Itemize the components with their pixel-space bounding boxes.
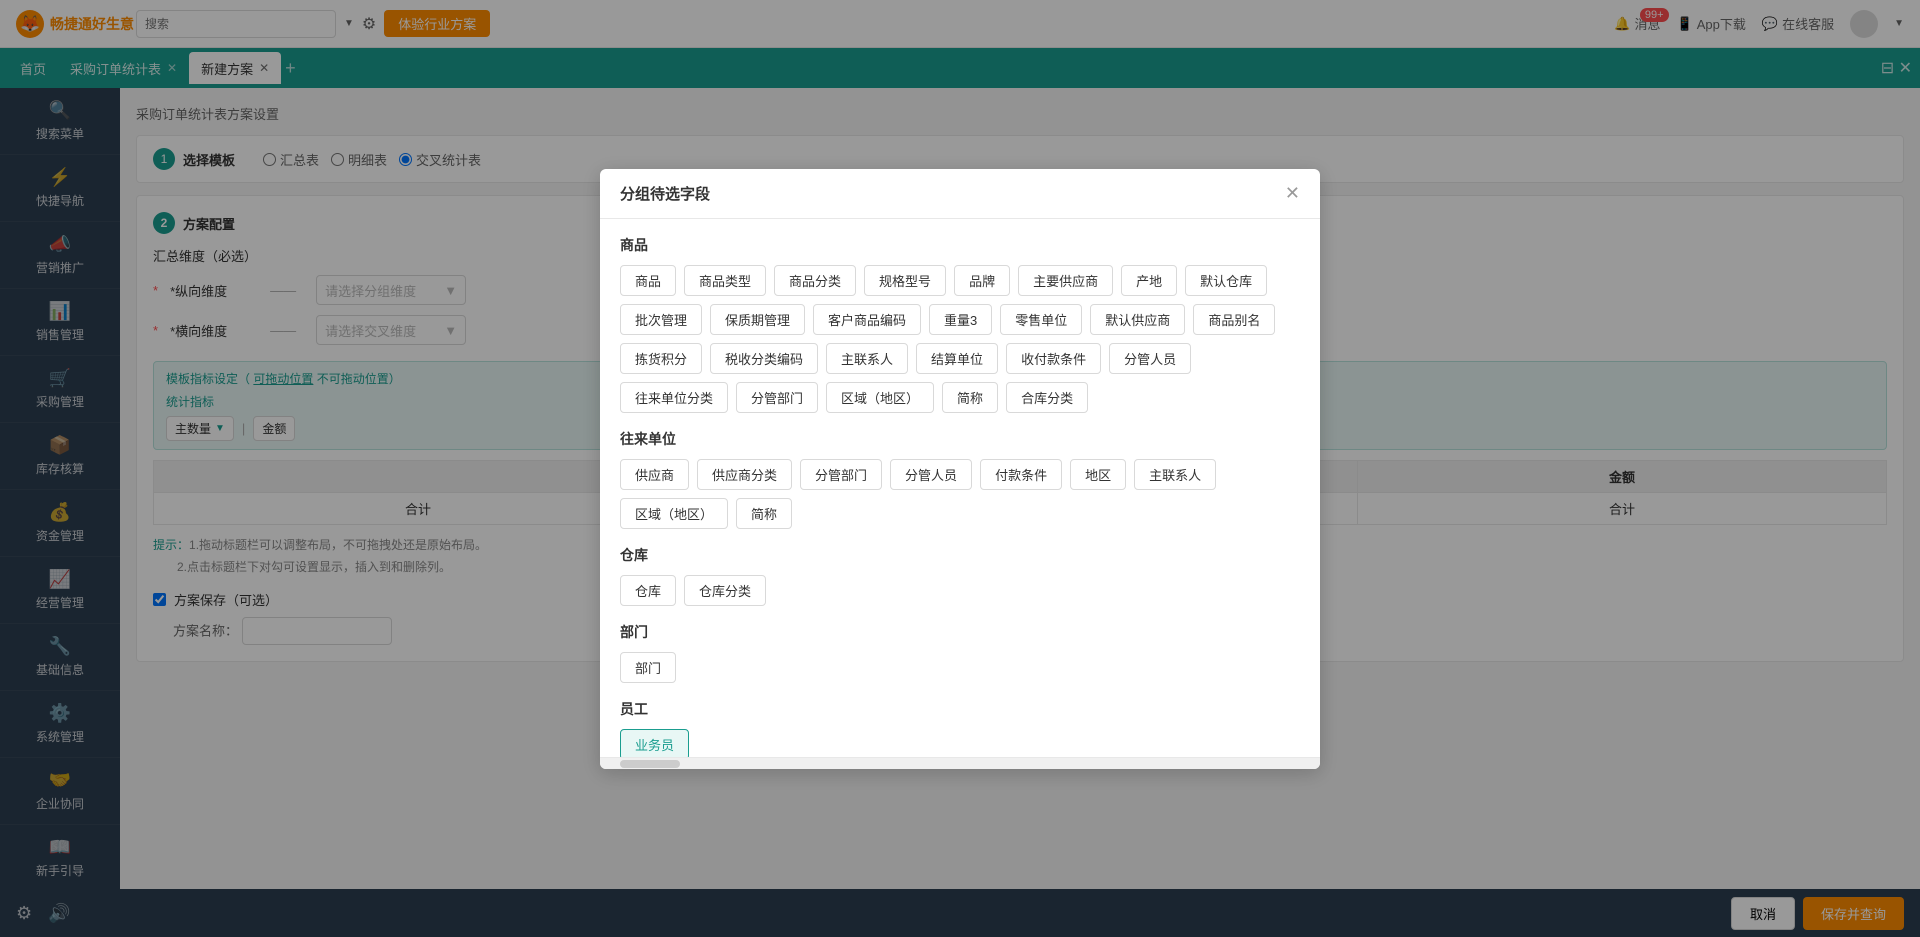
modal-dialog: 分组待选字段 ✕ 商品商品商品类型商品分类规格型号品牌主要供应商产地默认仓库批次… xyxy=(600,169,1320,769)
modal-overlay: 分组待选字段 ✕ 商品商品商品类型商品分类规格型号品牌主要供应商产地默认仓库批次… xyxy=(0,0,1920,937)
field-chips-部门: 部门 xyxy=(620,652,1300,683)
field-section-员工: 员工业务员 xyxy=(620,699,1300,757)
field-chip[interactable]: 分管部门 xyxy=(736,382,818,413)
field-chips-往来单位: 供应商供应商分类分管部门分管人员付款条件地区主联系人区域（地区） 简称 xyxy=(620,459,1300,529)
field-chip[interactable]: 往来单位分类 xyxy=(620,382,728,413)
field-chip[interactable]: 规格型号 xyxy=(864,265,946,296)
field-chip[interactable]: 地区 xyxy=(1070,459,1126,490)
field-chips-仓库: 仓库仓库分类 xyxy=(620,575,1300,606)
modal-title: 分组待选字段 xyxy=(620,183,710,204)
field-chips-员工: 业务员 xyxy=(620,729,1300,757)
horizontal-scrollbar-thumb xyxy=(620,760,680,768)
field-chip[interactable]: 拣货积分 xyxy=(620,343,702,374)
field-section-title: 仓库 xyxy=(620,545,1300,565)
field-chip[interactable]: 客户商品编码 xyxy=(813,304,921,335)
field-chip[interactable]: 简称 xyxy=(736,498,792,529)
field-section-商品: 商品商品商品类型商品分类规格型号品牌主要供应商产地默认仓库批次管理保质期管理客户… xyxy=(620,235,1300,413)
field-chip[interactable]: 税收分类编码 xyxy=(710,343,818,374)
modal-body[interactable]: 商品商品商品类型商品分类规格型号品牌主要供应商产地默认仓库批次管理保质期管理客户… xyxy=(600,219,1320,757)
field-chip[interactable]: 区域（地区） xyxy=(620,498,728,529)
field-chip[interactable]: 供应商分类 xyxy=(697,459,792,490)
field-chip[interactable]: 零售单位 xyxy=(1000,304,1082,335)
field-chip[interactable]: 仓库 xyxy=(620,575,676,606)
field-chip[interactable]: 商品 xyxy=(620,265,676,296)
field-chip[interactable]: 默认供应商 xyxy=(1090,304,1185,335)
field-section-title: 往来单位 xyxy=(620,429,1300,449)
field-chip[interactable]: 主联系人 xyxy=(826,343,908,374)
field-chip[interactable]: 付款条件 xyxy=(980,459,1062,490)
field-chip[interactable]: 批次管理 xyxy=(620,304,702,335)
field-section-title: 员工 xyxy=(620,699,1300,719)
field-chip[interactable]: 商品类型 xyxy=(684,265,766,296)
field-chip[interactable]: 品牌 xyxy=(954,265,1010,296)
field-chip[interactable]: 分管人员 xyxy=(890,459,972,490)
field-chip[interactable]: 商品别名 xyxy=(1193,304,1275,335)
field-section-title: 商品 xyxy=(620,235,1300,255)
modal-horizontal-scrollbar[interactable] xyxy=(600,757,1320,769)
field-chip[interactable]: 默认仓库 xyxy=(1185,265,1267,296)
field-chip[interactable]: 分管部门 xyxy=(800,459,882,490)
field-chip[interactable]: 合库分类 xyxy=(1006,382,1088,413)
field-chip[interactable]: 简称 xyxy=(942,382,998,413)
field-chip[interactable]: 分管人员 xyxy=(1109,343,1191,374)
field-chip[interactable]: 结算单位 xyxy=(916,343,998,374)
modal-close-button[interactable]: ✕ xyxy=(1285,183,1300,204)
field-chip[interactable]: 部门 xyxy=(620,652,676,683)
field-chip[interactable]: 收付款条件 xyxy=(1006,343,1101,374)
field-chip[interactable]: 重量3 xyxy=(929,304,992,335)
field-chip[interactable]: 主联系人 xyxy=(1134,459,1216,490)
field-chip[interactable]: 业务员 xyxy=(620,729,689,757)
field-section-部门: 部门部门 xyxy=(620,622,1300,683)
field-section-仓库: 仓库仓库仓库分类 xyxy=(620,545,1300,606)
field-chip[interactable]: 商品分类 xyxy=(774,265,856,296)
field-chip[interactable]: 仓库分类 xyxy=(684,575,766,606)
field-chip[interactable]: 主要供应商 xyxy=(1018,265,1113,296)
field-chip[interactable]: 产地 xyxy=(1121,265,1177,296)
field-section-title: 部门 xyxy=(620,622,1300,642)
modal-header: 分组待选字段 ✕ xyxy=(600,169,1320,219)
field-chip[interactable]: 区域（地区） xyxy=(826,382,934,413)
field-chip[interactable]: 保质期管理 xyxy=(710,304,805,335)
field-section-往来单位: 往来单位供应商供应商分类分管部门分管人员付款条件地区主联系人区域（地区） 简称 xyxy=(620,429,1300,529)
field-chip[interactable]: 供应商 xyxy=(620,459,689,490)
field-chips-商品: 商品商品类型商品分类规格型号品牌主要供应商产地默认仓库批次管理保质期管理客户商品… xyxy=(620,265,1300,413)
